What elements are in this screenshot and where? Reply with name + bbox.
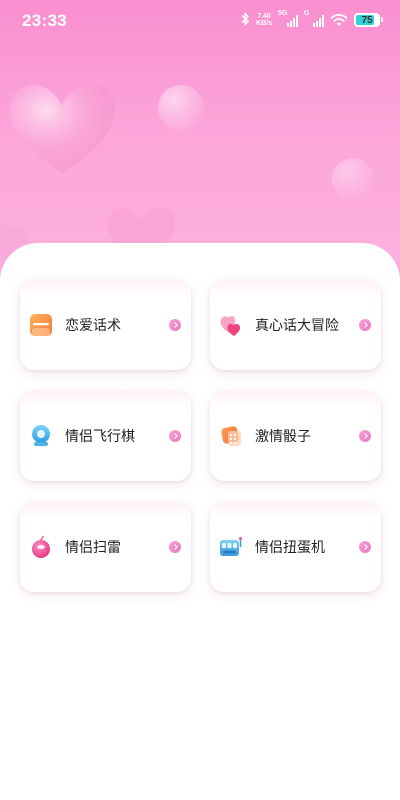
card-truth-or-dare[interactable]: 真心话大冒险 (210, 280, 381, 370)
chevron-right-icon (169, 319, 181, 331)
heart-decoration-icon (8, 83, 115, 173)
content-sheet: 恋爱话术 真心话大冒险 情侣飞行棋 激情骰子 情侣扫雷 情侣扭蛋机 (0, 243, 400, 800)
game-piece-icon (32, 425, 50, 446)
battery-icon: 75 (354, 13, 383, 27)
bomb-icon (32, 535, 50, 558)
status-time: 23:33 (22, 11, 67, 30)
card-label: 情侣飞行棋 (65, 429, 135, 445)
note-icon (30, 314, 52, 336)
card-love-talk[interactable]: 恋爱话术 (20, 280, 191, 370)
card-passion-dice[interactable]: 激情骰子 (210, 391, 381, 481)
wifi-icon (330, 14, 348, 26)
network-speed: 7.40 KB/s (256, 13, 272, 27)
bubble-decoration (158, 85, 204, 131)
chevron-right-icon (359, 319, 371, 331)
card-couple-gacha[interactable]: 情侣扭蛋机 (210, 502, 381, 592)
signal-5g-label: 5G (278, 10, 288, 17)
gacha-machine-icon (220, 536, 243, 556)
status-icons: 7.40 KB/s 5G G 75 (240, 10, 383, 30)
chevron-right-icon (169, 430, 181, 442)
card-label: 情侣扫雷 (65, 540, 121, 556)
signal-5g-icon: 5G (278, 10, 298, 27)
card-flight-chess[interactable]: 情侣飞行棋 (20, 391, 191, 481)
card-couple-minesweeper[interactable]: 情侣扫雷 (20, 502, 191, 592)
card-label: 真心话大冒险 (255, 318, 339, 334)
signal-g-icon: G (304, 10, 324, 27)
bluetooth-icon (240, 12, 250, 29)
signal-g-label: G (304, 10, 310, 17)
bubble-decoration (332, 158, 374, 200)
hearts-icon (220, 316, 241, 336)
dice-icon (221, 426, 241, 446)
status-bar: 23:33 7.40 KB/s 5G G 75 (0, 0, 400, 40)
card-label: 情侣扭蛋机 (255, 540, 325, 556)
chevron-right-icon (169, 541, 181, 553)
chevron-right-icon (359, 541, 371, 553)
network-speed-value: 7.40 (257, 13, 271, 20)
network-speed-unit: KB/s (256, 20, 272, 27)
battery-level: 75 (361, 14, 373, 26)
chevron-right-icon (359, 430, 371, 442)
app-screen: 23:33 7.40 KB/s 5G G 75 恋爱话术 真心话大冒险 情侣飞行… (0, 0, 400, 800)
card-label: 恋爱话术 (65, 318, 121, 334)
card-label: 激情骰子 (255, 429, 311, 445)
